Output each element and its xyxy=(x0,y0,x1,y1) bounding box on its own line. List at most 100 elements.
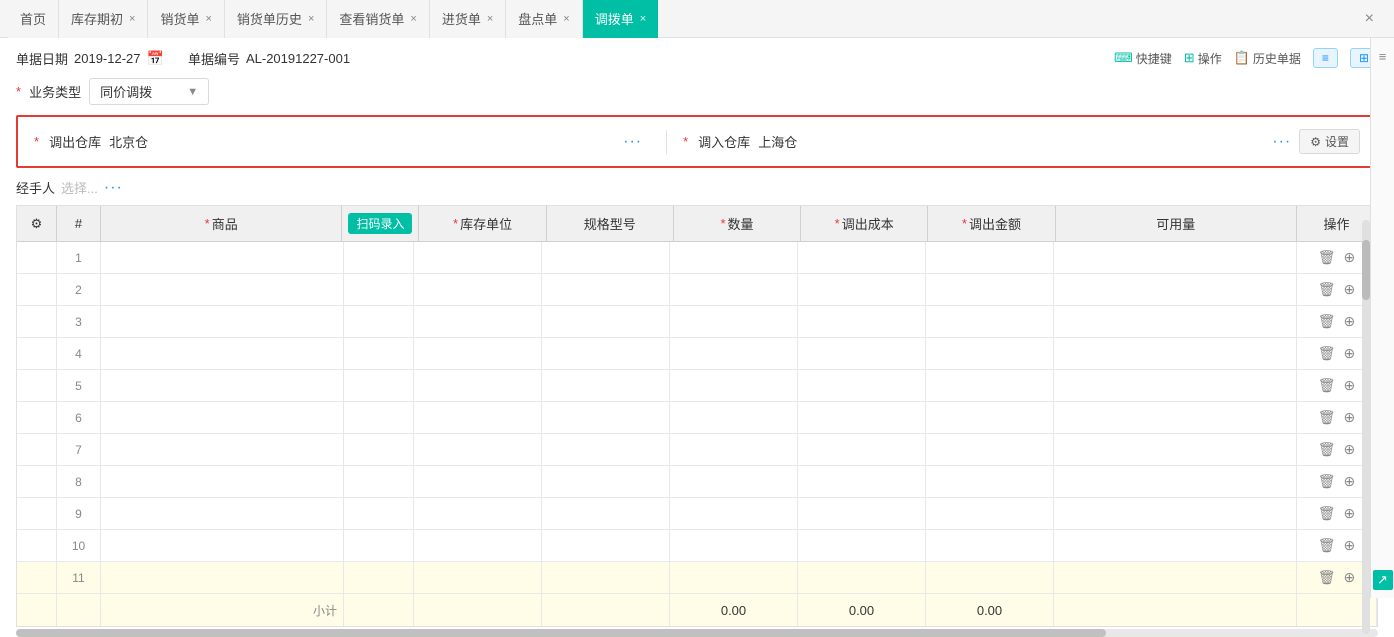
form-header: 单据日期 2019-12-27 📅 单据编号 AL-20191227-001 ⌨… xyxy=(0,38,1394,74)
table-row: 2 🗑 ⊕ xyxy=(17,274,1377,306)
copy-icon-6[interactable]: ⊕ xyxy=(1344,409,1356,426)
tab-close-inventory-init[interactable]: × xyxy=(129,13,135,25)
biz-type-value: 同价调拨 xyxy=(100,82,152,101)
td-goods-1[interactable] xyxy=(101,242,344,273)
td-no-1: 1 xyxy=(57,242,101,273)
th-avail: 可用量 xyxy=(1056,206,1297,241)
subtotal-cost: 0.00 xyxy=(798,594,926,626)
delete-icon-7[interactable]: 🗑 xyxy=(1318,441,1336,458)
ops-btn[interactable]: ⊞ 操作 xyxy=(1184,50,1222,67)
tab-sales-history[interactable]: 销货单历史 × xyxy=(225,0,327,38)
toolbar-right: ⌨ 快捷键 ⊞ 操作 📋 历史单据 ≡ ⊞ xyxy=(1114,48,1378,68)
copy-icon-4[interactable]: ⊕ xyxy=(1344,345,1356,362)
warehouse-out-field: * 调出仓库 北京仓 ··· xyxy=(34,132,650,151)
tab-close-purchase[interactable]: × xyxy=(487,13,493,25)
tab-close-sales-history[interactable]: × xyxy=(308,13,314,25)
copy-icon-3[interactable]: ⊕ xyxy=(1344,313,1356,330)
date-field: 单据日期 2019-12-27 📅 xyxy=(16,49,164,68)
history-btn[interactable]: 📋 历史单据 xyxy=(1234,50,1301,67)
shortcut-icon: ⌨ xyxy=(1114,50,1133,66)
window-close-button[interactable]: × xyxy=(1353,10,1386,28)
sidebar-list-icon[interactable]: ≡ xyxy=(1373,46,1393,66)
wh-in-value: 上海仓 xyxy=(758,132,797,151)
delete-icon-5[interactable]: 🗑 xyxy=(1318,377,1336,394)
biz-type-select[interactable]: 同价调拨 ▼ xyxy=(89,78,209,105)
table-row: 7 🗑 ⊕ xyxy=(17,434,1377,466)
td-gear-1 xyxy=(17,242,57,273)
th-qty: *数量 xyxy=(674,206,801,241)
warehouse-section: * 调出仓库 北京仓 ··· * 调入仓库 上海仓 ··· ⚙ 设置 xyxy=(16,115,1378,168)
subtotal-label: 小计 xyxy=(101,594,344,626)
td-cost-1[interactable] xyxy=(798,242,926,273)
subtotal-amount: 0.00 xyxy=(926,594,1054,626)
person-row: 经手人 选择... ··· xyxy=(0,174,1394,205)
tab-close-stocktake[interactable]: × xyxy=(563,13,569,25)
doc-no-value: AL-20191227-001 xyxy=(246,51,350,66)
ops-icon: ⊞ xyxy=(1184,50,1195,66)
delete-icon-2[interactable]: 🗑 xyxy=(1318,281,1336,298)
scan-button[interactable]: 扫码录入 xyxy=(348,213,412,234)
td-amount-1[interactable] xyxy=(926,242,1054,273)
tab-close-transfer[interactable]: × xyxy=(640,13,646,25)
table-row: 10 🗑 ⊕ xyxy=(17,530,1377,562)
wh-out-more-btn[interactable]: ··· xyxy=(623,133,642,151)
th-gear[interactable]: ⚙ xyxy=(17,206,57,241)
wh-out-label: 调出仓库 xyxy=(49,132,101,151)
vertical-scrollbar[interactable] xyxy=(1362,220,1370,634)
td-spec-1[interactable] xyxy=(542,242,670,273)
copy-icon-7[interactable]: ⊕ xyxy=(1344,441,1356,458)
subtotal-row: 小计 0.00 0.00 0.00 xyxy=(17,594,1377,626)
copy-icon-2[interactable]: ⊕ xyxy=(1344,281,1356,298)
tab-transfer[interactable]: 调拨单 × xyxy=(583,0,658,38)
scroll-thumb-h[interactable] xyxy=(16,629,1106,637)
th-cost: *调出成本 xyxy=(801,206,928,241)
biz-required: * xyxy=(16,84,21,99)
copy-icon-9[interactable]: ⊕ xyxy=(1344,505,1356,522)
tab-sales-order[interactable]: 销货单 × xyxy=(148,0,224,38)
date-value: 2019-12-27 xyxy=(74,51,141,66)
delete-icon-9[interactable]: 🗑 xyxy=(1318,505,1336,522)
tab-inventory-init[interactable]: 库存期初 × xyxy=(59,0,148,38)
gear-settings-btn[interactable]: ⚙ 设置 xyxy=(1299,129,1360,154)
copy-icon-10[interactable]: ⊕ xyxy=(1344,537,1356,554)
th-unit: *库存单位 xyxy=(419,206,546,241)
scroll-thumb-v[interactable] xyxy=(1362,240,1370,300)
tab-bar: 首页 库存期初 × 销货单 × 销货单历史 × 查看销货单 × 进货单 × 盘点… xyxy=(0,0,1394,38)
th-no: # xyxy=(57,206,101,241)
tab-close-sales-order[interactable]: × xyxy=(205,13,211,25)
copy-icon-1[interactable]: ⊕ xyxy=(1344,249,1356,266)
delete-icon-1[interactable]: 🗑 xyxy=(1318,249,1336,266)
tab-home[interactable]: 首页 xyxy=(8,0,59,38)
delete-icon-4[interactable]: 🗑 xyxy=(1318,345,1336,362)
wh-out-value: 北京仓 xyxy=(109,132,148,151)
biz-type-dropdown-icon: ▼ xyxy=(187,86,198,98)
tab-view-sales[interactable]: 查看销货单 × xyxy=(327,0,429,38)
delete-icon-8[interactable]: 🗑 xyxy=(1318,473,1336,490)
wh-in-more-btn[interactable]: ··· xyxy=(1272,133,1291,151)
tab-purchase[interactable]: 进货单 × xyxy=(430,0,506,38)
horizontal-scrollbar[interactable] xyxy=(16,629,1378,637)
table-row: 4 🗑 ⊕ xyxy=(17,338,1377,370)
table-row: 8 🗑 ⊕ xyxy=(17,466,1377,498)
delete-icon-3[interactable]: 🗑 xyxy=(1318,313,1336,330)
sidebar-expand-icon[interactable]: ↗ xyxy=(1373,570,1393,590)
person-more-btn[interactable]: ··· xyxy=(104,179,123,197)
calendar-icon[interactable]: 📅 xyxy=(147,50,164,67)
td-avail-1 xyxy=(1054,242,1297,273)
copy-icon-8[interactable]: ⊕ xyxy=(1344,473,1356,490)
delete-icon-6[interactable]: 🗑 xyxy=(1318,409,1336,426)
th-spec: 规格型号 xyxy=(547,206,674,241)
td-qty-1[interactable] xyxy=(670,242,798,273)
tab-stocktake[interactable]: 盘点单 × xyxy=(506,0,582,38)
table-row: 1 🗑 ⊕ xyxy=(17,242,1377,274)
date-label: 单据日期 xyxy=(16,49,68,68)
shortcut-btn[interactable]: ⌨ 快捷键 xyxy=(1114,50,1172,67)
person-select[interactable]: 选择... xyxy=(61,178,98,197)
delete-icon-11[interactable]: 🗑 xyxy=(1318,569,1336,586)
delete-icon-10[interactable]: 🗑 xyxy=(1318,537,1336,554)
copy-icon-5[interactable]: ⊕ xyxy=(1344,377,1356,394)
td-unit-1[interactable] xyxy=(414,242,542,273)
tab-close-view-sales[interactable]: × xyxy=(410,13,416,25)
list-view-btn[interactable]: ≡ xyxy=(1313,48,1338,68)
copy-icon-11[interactable]: ⊕ xyxy=(1344,569,1356,586)
